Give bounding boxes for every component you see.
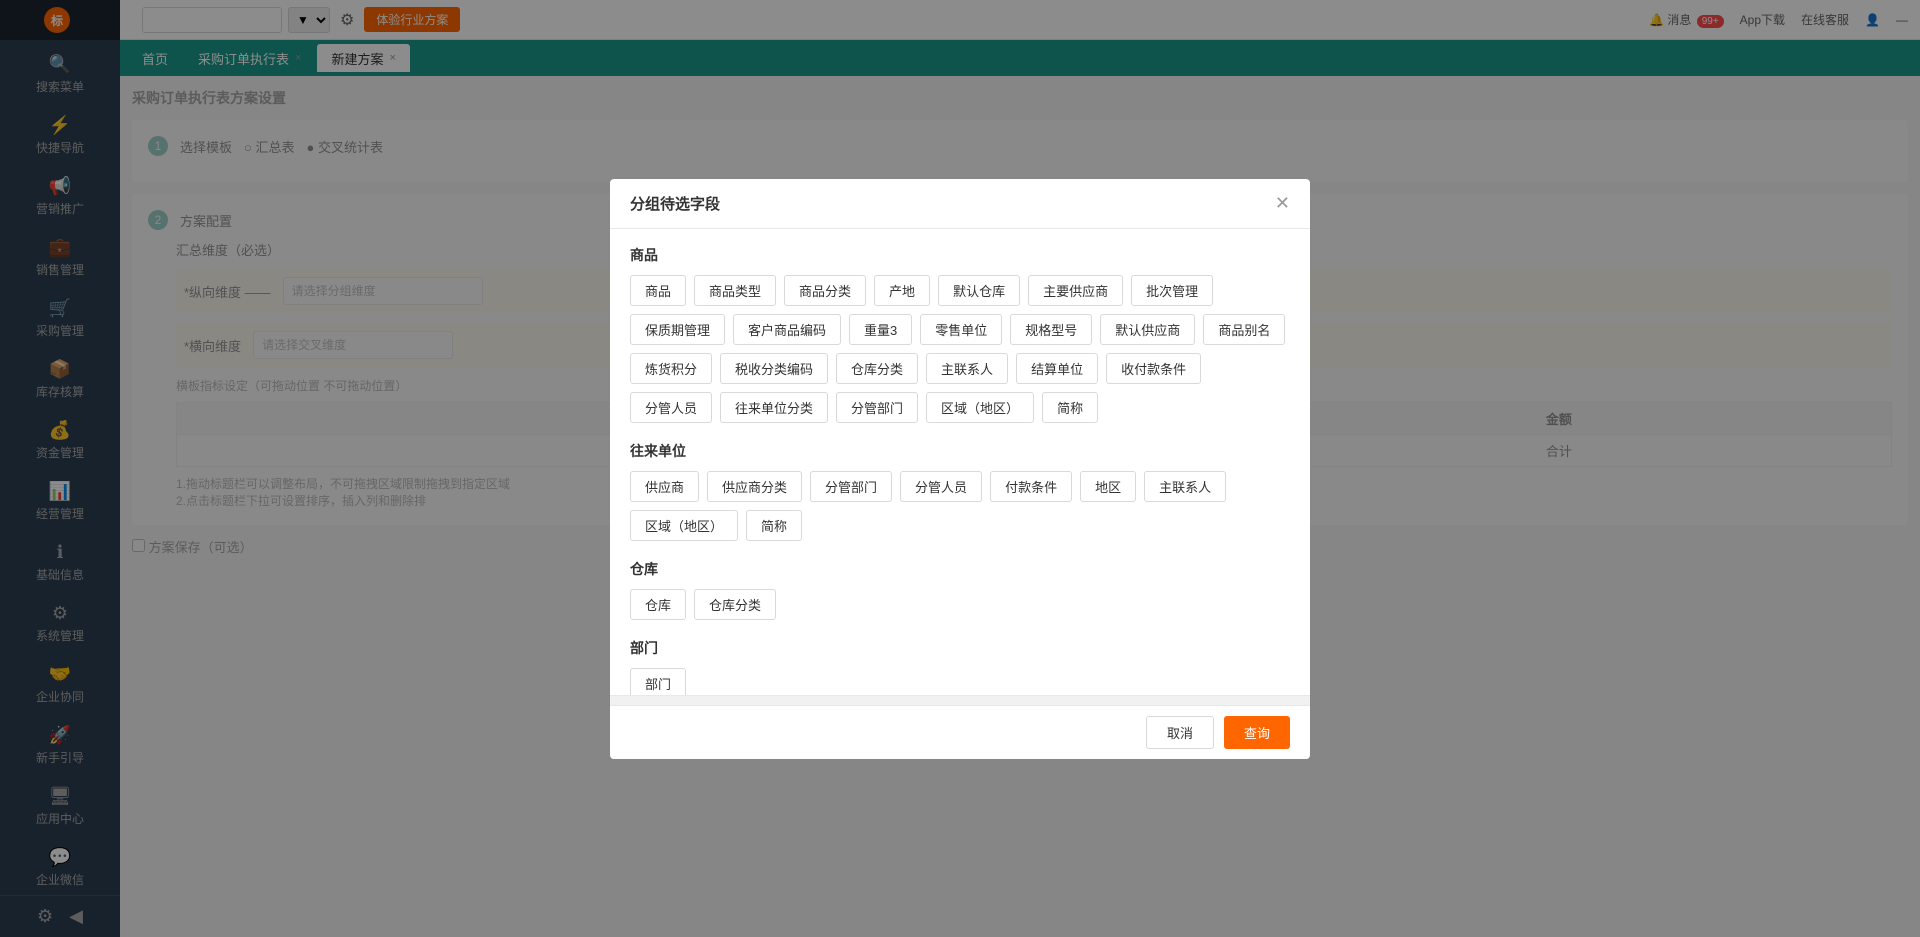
field-tag-3-0[interactable]: 部门 [630,668,686,695]
field-tag-0-20[interactable]: 分管人员 [630,392,712,423]
dialog-footer: 取消 查询 [610,705,1310,759]
field-tag-0-1[interactable]: 商品类型 [694,275,776,306]
field-tag-0-12[interactable]: 默认供应商 [1100,314,1195,345]
dialog-title: 分组待选字段 [630,193,720,214]
field-tag-0-0[interactable]: 商品 [630,275,686,306]
field-section-0: 商品商品商品类型商品分类产地默认仓库主要供应商批次管理保质期管理客户商品编码重量… [630,245,1290,423]
dialog-header: 分组待选字段 ✕ [610,179,1310,229]
field-tag-0-16[interactable]: 仓库分类 [836,353,918,384]
cancel-button[interactable]: 取消 [1146,716,1214,749]
field-tags-2: 仓库仓库分类 [630,589,1290,620]
section-title-1: 往来单位 [630,441,1290,461]
field-tag-0-15[interactable]: 税收分类编码 [720,353,828,384]
field-tag-0-9[interactable]: 重量3 [849,314,912,345]
field-tag-1-7[interactable]: 区域（地区） [630,510,738,541]
field-section-2: 仓库仓库仓库分类 [630,559,1290,620]
field-tag-0-22[interactable]: 分管部门 [836,392,918,423]
section-title-3: 部门 [630,638,1290,658]
field-tag-0-23[interactable]: 区域（地区） [926,392,1034,423]
field-tag-0-7[interactable]: 保质期管理 [630,314,725,345]
section-title-2: 仓库 [630,559,1290,579]
field-tag-0-13[interactable]: 商品别名 [1203,314,1285,345]
dialog-overlay: 分组待选字段 ✕ 商品商品商品类型商品分类产地默认仓库主要供应商批次管理保质期管… [0,0,1920,937]
field-tag-0-19[interactable]: 收付款条件 [1106,353,1201,384]
field-section-3: 部门部门 [630,638,1290,695]
section-title-0: 商品 [630,245,1290,265]
field-tags-3: 部门 [630,668,1290,695]
dialog-body: 商品商品商品类型商品分类产地默认仓库主要供应商批次管理保质期管理客户商品编码重量… [610,229,1310,695]
field-tag-0-18[interactable]: 结算单位 [1016,353,1098,384]
confirm-button[interactable]: 查询 [1224,716,1290,749]
field-tag-2-0[interactable]: 仓库 [630,589,686,620]
field-section-1: 往来单位供应商供应商分类分管部门分管人员付款条件地区主联系人区域（地区） 简称 [630,441,1290,541]
field-tag-0-6[interactable]: 批次管理 [1131,275,1213,306]
field-tag-1-0[interactable]: 供应商 [630,471,699,502]
field-tag-0-5[interactable]: 主要供应商 [1028,275,1123,306]
field-tag-1-1[interactable]: 供应商分类 [707,471,802,502]
dialog: 分组待选字段 ✕ 商品商品商品类型商品分类产地默认仓库主要供应商批次管理保质期管… [610,179,1310,759]
field-tag-0-8[interactable]: 客户商品编码 [733,314,841,345]
field-tag-1-2[interactable]: 分管部门 [810,471,892,502]
field-tag-0-4[interactable]: 默认仓库 [938,275,1020,306]
field-tag-0-24[interactable]: 简称 [1042,392,1098,423]
dialog-close-icon[interactable]: ✕ [1275,193,1290,214]
field-tags-0: 商品商品类型商品分类产地默认仓库主要供应商批次管理保质期管理客户商品编码重量3 零… [630,275,1290,423]
field-tag-1-4[interactable]: 付款条件 [990,471,1072,502]
field-tag-0-21[interactable]: 往来单位分类 [720,392,828,423]
field-tag-0-11[interactable]: 规格型号 [1010,314,1092,345]
field-tag-1-5[interactable]: 地区 [1080,471,1136,502]
field-tag-1-8[interactable]: 简称 [746,510,802,541]
field-tag-0-14[interactable]: 炼货积分 [630,353,712,384]
field-tag-1-6[interactable]: 主联系人 [1144,471,1226,502]
field-tag-1-3[interactable]: 分管人员 [900,471,982,502]
field-tag-0-3[interactable]: 产地 [874,275,930,306]
field-tag-0-17[interactable]: 主联系人 [926,353,1008,384]
dialog-hscroll[interactable] [610,695,1310,705]
field-tag-0-2[interactable]: 商品分类 [784,275,866,306]
field-tags-1: 供应商供应商分类分管部门分管人员付款条件地区主联系人区域（地区） 简称 [630,471,1290,541]
field-tag-2-1[interactable]: 仓库分类 [694,589,776,620]
field-tag-0-10[interactable]: 零售单位 [920,314,1002,345]
